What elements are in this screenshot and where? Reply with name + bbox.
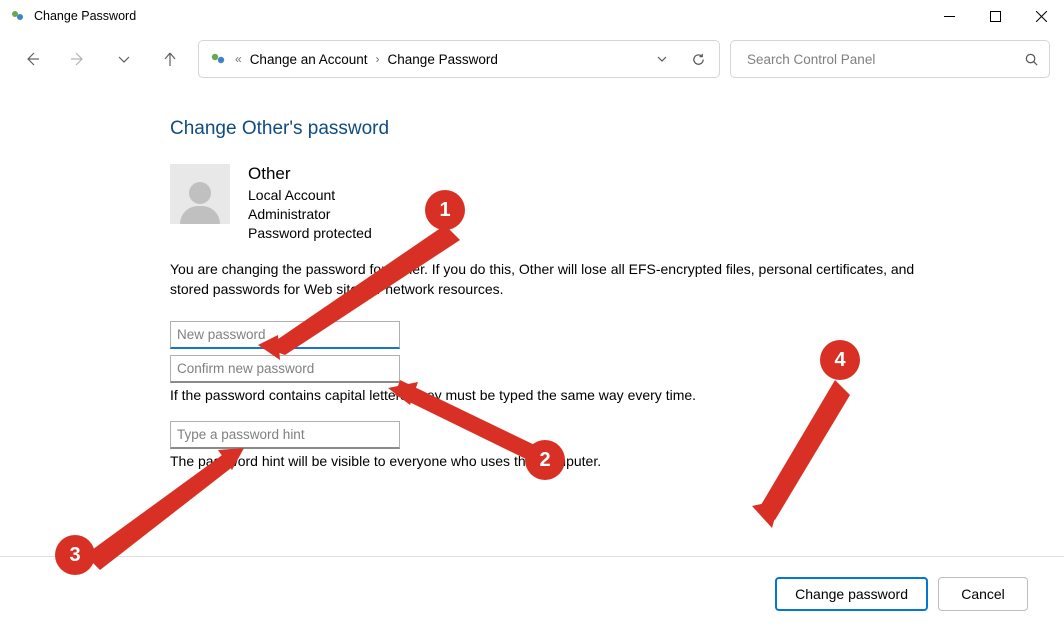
- warning-text: You are changing the password for Other.…: [170, 259, 930, 300]
- back-button[interactable]: [14, 41, 50, 77]
- password-hint-input[interactable]: [170, 421, 400, 449]
- minimize-button[interactable]: [926, 0, 972, 32]
- footer: Change password Cancel: [0, 557, 1064, 631]
- search-icon[interactable]: [1024, 52, 1039, 67]
- up-button[interactable]: [152, 41, 188, 77]
- app-icon: [10, 8, 26, 24]
- refresh-button[interactable]: [683, 44, 713, 74]
- user-role: Administrator: [248, 205, 372, 224]
- breadcrumb-item[interactable]: Change an Account: [250, 52, 368, 67]
- page-title: Change Other's password: [170, 118, 1064, 140]
- toolbar: « Change an Account › Change Password: [0, 32, 1064, 88]
- user-pw-state: Password protected: [248, 224, 372, 243]
- confirm-password-input[interactable]: [170, 355, 400, 383]
- close-button[interactable]: [1018, 0, 1064, 32]
- title-bar: Change Password: [0, 0, 1064, 32]
- address-dropdown[interactable]: [647, 44, 677, 74]
- change-password-button[interactable]: Change password: [775, 577, 928, 611]
- window-title: Change Password: [34, 9, 136, 23]
- breadcrumb-overflow[interactable]: «: [233, 52, 244, 66]
- search-box[interactable]: [730, 40, 1050, 78]
- avatar: [170, 164, 230, 224]
- content-area: Change Other's password Other Local Acco…: [0, 88, 1064, 469]
- chevron-right-icon: ›: [374, 52, 382, 66]
- user-type: Local Account: [248, 186, 372, 205]
- new-password-input[interactable]: [170, 321, 400, 349]
- breadcrumb-item[interactable]: Change Password: [388, 52, 498, 67]
- address-bar[interactable]: « Change an Account › Change Password: [198, 40, 720, 78]
- user-name: Other: [248, 164, 372, 184]
- user-accounts-icon: [209, 50, 227, 68]
- cancel-button[interactable]: Cancel: [938, 577, 1028, 611]
- hint-visibility-note: The password hint will be visible to eve…: [170, 453, 1064, 469]
- caps-note: If the password contains capital letters…: [170, 387, 1064, 403]
- forward-button[interactable]: [60, 41, 96, 77]
- maximize-button[interactable]: [972, 0, 1018, 32]
- recent-dropdown[interactable]: [106, 41, 142, 77]
- search-input[interactable]: [745, 51, 1024, 68]
